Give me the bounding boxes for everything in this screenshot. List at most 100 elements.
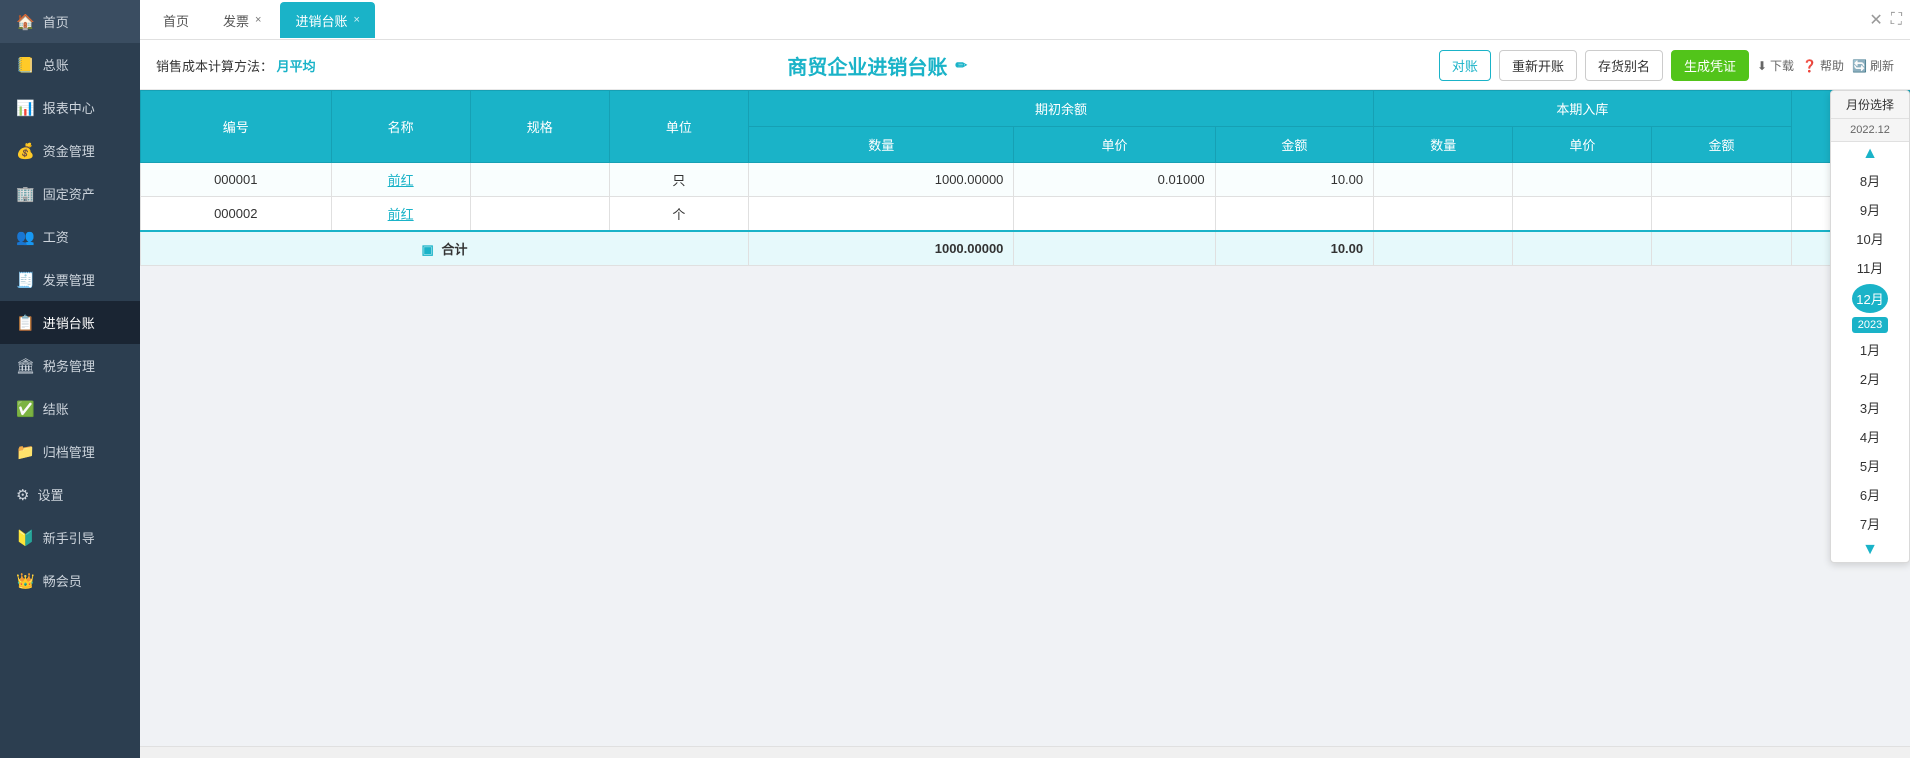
refresh-icon: 🔄 bbox=[1852, 59, 1867, 73]
cost-method-value: 月平均 bbox=[277, 59, 316, 74]
month-scroll-down[interactable]: ▼ bbox=[1831, 538, 1909, 562]
tab-invoice-close[interactable]: × bbox=[255, 15, 261, 26]
sidebar-item-settings[interactable]: ⚙ 设置 bbox=[0, 473, 140, 516]
month-item-5[interactable]: 5月 bbox=[1831, 451, 1909, 480]
sidebar-item-assets[interactable]: 🏢 固定资产 bbox=[0, 172, 140, 215]
window-maximize-button[interactable]: ⛶ bbox=[1891, 11, 1902, 29]
month-item-4[interactable]: 4月 bbox=[1831, 422, 1909, 451]
sidebar-item-reports[interactable]: 📊 报表中心 bbox=[0, 86, 140, 129]
sidebar-item-label: 资金管理 bbox=[43, 141, 95, 160]
duizhang-button[interactable]: 对账 bbox=[1439, 50, 1491, 81]
tab-purchase-sales-label: 进销台账 bbox=[295, 11, 347, 30]
invoice-mgmt-icon: 🧾 bbox=[16, 271, 35, 289]
window-close-button[interactable]: ✕ bbox=[1869, 10, 1882, 30]
col-header-opening-qty: 数量 bbox=[748, 127, 1013, 163]
month-item-9[interactable]: 9月 bbox=[1831, 195, 1909, 224]
sidebar-item-guide[interactable]: 🔰 新手引导 bbox=[0, 516, 140, 559]
tab-home-label: 首页 bbox=[163, 11, 189, 30]
sidebar-item-archive[interactable]: 📁 归档管理 bbox=[0, 430, 140, 473]
sidebar-item-label: 固定资产 bbox=[43, 184, 95, 203]
archive-icon: 📁 bbox=[16, 443, 35, 461]
sidebar-item-label: 总账 bbox=[43, 55, 69, 74]
sidebar-item-funds[interactable]: 💰 资金管理 bbox=[0, 129, 140, 172]
cell-code: 000002 bbox=[141, 197, 332, 232]
month-item-6[interactable]: 6月 bbox=[1831, 480, 1909, 509]
table-area: 编号 名称 规格 单位 期初余额 本期入库 数 数量 单价 金额 数 bbox=[140, 90, 1910, 746]
sidebar-item-salary[interactable]: 👥 工资 bbox=[0, 215, 140, 258]
year-2023-badge: 2023 bbox=[1852, 317, 1888, 333]
salary-icon: 👥 bbox=[16, 228, 35, 246]
content-area: 销售成本计算方法： 月平均 商贸企业进销台账 ✏ 对账 重新开账 存货别名 生成… bbox=[140, 40, 1910, 758]
month-item-1[interactable]: 1月 bbox=[1831, 335, 1909, 364]
col-header-inbound: 本期入库 bbox=[1374, 91, 1791, 127]
tab-purchase-sales[interactable]: 进销台账 × bbox=[280, 2, 374, 38]
month-item-10[interactable]: 10月 bbox=[1831, 224, 1909, 253]
generate-button[interactable]: 生成凭证 bbox=[1671, 50, 1749, 81]
month-panel: 月份选择 2022.12 ▲ 8月 9月 10月 11月 12月 2023 1月… bbox=[1830, 90, 1910, 563]
total-inbound-qty bbox=[1374, 231, 1513, 266]
month-item-11[interactable]: 11月 bbox=[1831, 253, 1909, 282]
ledger-icon: 📒 bbox=[16, 56, 35, 74]
cell-inbound-price bbox=[1513, 197, 1652, 232]
month-item-2[interactable]: 2月 bbox=[1831, 364, 1909, 393]
tab-purchase-sales-close[interactable]: × bbox=[353, 15, 359, 26]
horizontal-scrollbar[interactable] bbox=[140, 746, 1910, 758]
tax-icon: 🏛 bbox=[16, 357, 35, 375]
col-header-code: 编号 bbox=[141, 91, 332, 163]
total-opening-qty: 1000.00000 bbox=[748, 231, 1013, 266]
sidebar-item-ledger[interactable]: 📒 总账 bbox=[0, 43, 140, 86]
month-item-12[interactable]: 12月 bbox=[1852, 284, 1888, 313]
edit-icon[interactable]: ✏ bbox=[955, 57, 967, 74]
cell-spec bbox=[470, 197, 609, 232]
home-icon: 🏠 bbox=[16, 13, 35, 31]
sidebar-item-label: 发票管理 bbox=[43, 270, 95, 289]
cell-opening-qty: 1000.00000 bbox=[748, 163, 1013, 197]
sidebar-item-home[interactable]: 🏠 首页 bbox=[0, 0, 140, 43]
reports-icon: 📊 bbox=[16, 99, 35, 117]
sidebar-item-tax[interactable]: 🏛 税务管理 bbox=[0, 344, 140, 387]
col-header-inbound-qty: 数量 bbox=[1374, 127, 1513, 163]
month-panel-title: 月份选择 bbox=[1831, 91, 1909, 119]
content-inner: 编号 名称 规格 单位 期初余额 本期入库 数 数量 单价 金额 数 bbox=[140, 90, 1910, 746]
guide-icon: 🔰 bbox=[16, 529, 35, 547]
cell-name[interactable]: 前红 bbox=[331, 197, 470, 232]
col-header-opening-price: 单价 bbox=[1014, 127, 1215, 163]
cell-opening-amount bbox=[1215, 197, 1373, 232]
tab-bar: 首页 发票 × 进销台账 × ✕ ⛶ bbox=[140, 0, 1910, 40]
download-button[interactable]: ⬇ 下载 bbox=[1757, 57, 1794, 74]
help-icon: ❓ bbox=[1802, 59, 1817, 73]
tab-home[interactable]: 首页 bbox=[148, 2, 204, 38]
month-item-8[interactable]: 8月 bbox=[1831, 166, 1909, 195]
sidebar-item-purchase-sales[interactable]: 📋 进销台账 bbox=[0, 301, 140, 344]
refresh-button[interactable]: 🔄 刷新 bbox=[1852, 57, 1894, 74]
cell-inbound-amount bbox=[1652, 163, 1791, 197]
sidebar-item-vip[interactable]: 👑 畅会员 bbox=[0, 559, 140, 602]
month-item-7[interactable]: 7月 bbox=[1831, 509, 1909, 538]
table-row: 000001 前红 只 1000.00000 0.01000 10.00 bbox=[141, 163, 1910, 197]
cost-method-label: 销售成本计算方法： 月平均 bbox=[156, 56, 316, 75]
sidebar-item-label: 报表中心 bbox=[43, 98, 95, 117]
cell-spec bbox=[470, 163, 609, 197]
col-header-spec: 规格 bbox=[470, 91, 609, 163]
month-scroll-up[interactable]: ▲ bbox=[1831, 142, 1909, 166]
help-button[interactable]: ❓ 帮助 bbox=[1802, 57, 1844, 74]
reset-button[interactable]: 重新开账 bbox=[1499, 50, 1577, 81]
col-header-inbound-amount: 金额 bbox=[1652, 127, 1791, 163]
col-header-opening-amount: 金额 bbox=[1215, 127, 1373, 163]
cell-inbound-price bbox=[1513, 163, 1652, 197]
sidebar-item-closing[interactable]: ✅ 结账 bbox=[0, 387, 140, 430]
sidebar-item-label: 首页 bbox=[43, 12, 69, 31]
save-alias-button[interactable]: 存货别名 bbox=[1585, 50, 1663, 81]
tab-invoice-label: 发票 bbox=[223, 11, 249, 30]
cell-opening-price bbox=[1014, 197, 1215, 232]
total-opening-amount: 10.00 bbox=[1215, 231, 1373, 266]
month-item-3[interactable]: 3月 bbox=[1831, 393, 1909, 422]
tab-invoice[interactable]: 发票 × bbox=[208, 2, 276, 38]
sidebar-item-label: 税务管理 bbox=[43, 356, 95, 375]
sidebar-item-invoice-mgmt[interactable]: 🧾 发票管理 bbox=[0, 258, 140, 301]
total-inbound-amount bbox=[1652, 231, 1791, 266]
cell-opening-price: 0.01000 bbox=[1014, 163, 1215, 197]
cell-opening-amount: 10.00 bbox=[1215, 163, 1373, 197]
cell-name[interactable]: 前红 bbox=[331, 163, 470, 197]
settings-icon: ⚙ bbox=[16, 486, 29, 504]
